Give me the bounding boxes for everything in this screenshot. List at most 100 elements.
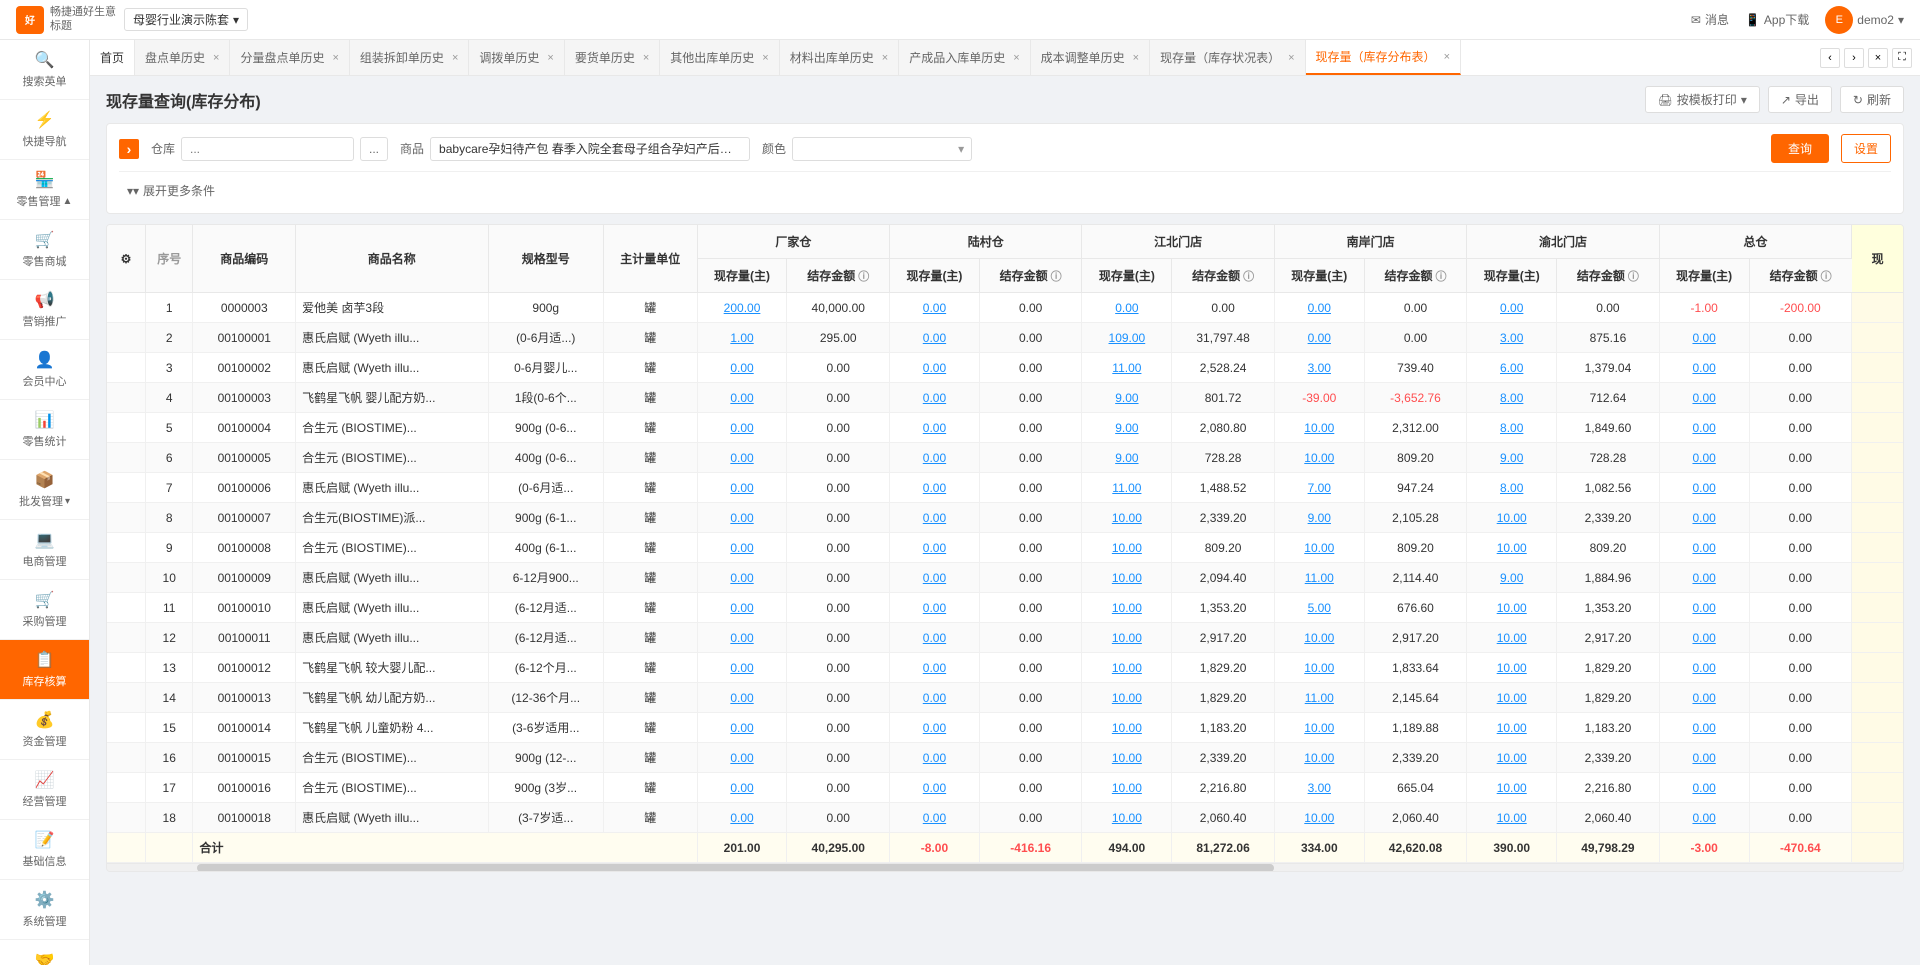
row-total-qty[interactable]: 0.00 bbox=[1659, 773, 1749, 803]
row-total-qty[interactable]: 0.00 bbox=[1659, 713, 1749, 743]
row-jb-qty[interactable]: 10.00 bbox=[1082, 593, 1172, 623]
sidebar-item-collab[interactable]: 🤝 企业协同 bbox=[0, 940, 89, 965]
row-yb-qty[interactable]: 10.00 bbox=[1467, 803, 1557, 833]
row-jb-qty[interactable]: 10.00 bbox=[1082, 503, 1172, 533]
row-total-qty[interactable]: 0.00 bbox=[1659, 803, 1749, 833]
row-gear[interactable] bbox=[107, 713, 145, 743]
row-na-qty[interactable]: 5.00 bbox=[1274, 593, 1364, 623]
row-yb-qty[interactable]: 9.00 bbox=[1467, 563, 1557, 593]
row-jb-qty[interactable]: 10.00 bbox=[1082, 773, 1172, 803]
row-l-qty[interactable]: 0.00 bbox=[890, 653, 980, 683]
row-f-qty[interactable]: 0.00 bbox=[697, 443, 787, 473]
sidebar-item-purchase[interactable]: 🛒 采购管理 bbox=[0, 580, 89, 640]
row-gear[interactable] bbox=[107, 443, 145, 473]
warehouse-input[interactable] bbox=[181, 137, 354, 161]
row-jb-qty[interactable]: 10.00 bbox=[1082, 653, 1172, 683]
row-yb-qty[interactable]: 0.00 bbox=[1467, 293, 1557, 323]
row-jb-qty[interactable]: 109.00 bbox=[1082, 323, 1172, 353]
color-input[interactable] bbox=[792, 137, 972, 161]
tab-prev-button[interactable]: ‹ bbox=[1820, 48, 1840, 68]
row-gear[interactable] bbox=[107, 803, 145, 833]
row-l-qty[interactable]: 0.00 bbox=[890, 683, 980, 713]
row-l-qty[interactable]: 0.00 bbox=[890, 503, 980, 533]
row-total-qty[interactable]: 0.00 bbox=[1659, 653, 1749, 683]
row-f-qty[interactable]: 0.00 bbox=[697, 653, 787, 683]
sidebar-item-ecommerce[interactable]: 💻 电商管理 bbox=[0, 520, 89, 580]
row-f-qty[interactable]: 200.00 bbox=[697, 293, 787, 323]
sidebar-item-retail-stat[interactable]: 📊 零售统计 bbox=[0, 400, 89, 460]
tab-product-in[interactable]: 产成品入库单历史 × bbox=[899, 40, 1030, 75]
row-gear[interactable] bbox=[107, 743, 145, 773]
row-yb-qty[interactable]: 9.00 bbox=[1467, 443, 1557, 473]
row-total-qty[interactable]: 0.00 bbox=[1659, 563, 1749, 593]
sidebar-item-inventory[interactable]: 📋 库存核算 bbox=[0, 640, 89, 700]
tab-cost-adjust[interactable]: 成本调整单历史 × bbox=[1031, 40, 1150, 75]
user-menu[interactable]: E demo2 ▾ bbox=[1825, 6, 1904, 34]
tab-stock-dist[interactable]: 现存量（库存分布表） × bbox=[1306, 40, 1461, 75]
product-input[interactable] bbox=[430, 137, 750, 161]
tab-close-icon[interactable]: × bbox=[1288, 52, 1294, 64]
row-f-qty[interactable]: 0.00 bbox=[697, 713, 787, 743]
tab-next-button[interactable]: › bbox=[1844, 48, 1864, 68]
row-yb-qty[interactable]: 10.00 bbox=[1467, 683, 1557, 713]
row-jb-qty[interactable]: 10.00 bbox=[1082, 623, 1172, 653]
tab-close-icon[interactable]: × bbox=[762, 52, 768, 64]
row-na-qty[interactable]: 7.00 bbox=[1274, 473, 1364, 503]
expand-conditions-button[interactable]: ▾▾ 展开更多条件 bbox=[119, 178, 1891, 203]
tab-close-icon[interactable]: × bbox=[1133, 52, 1139, 64]
tab-expand-button[interactable]: ⛶ bbox=[1892, 48, 1912, 68]
row-jb-qty[interactable]: 10.00 bbox=[1082, 683, 1172, 713]
tab-close-all-button[interactable]: × bbox=[1868, 48, 1888, 68]
row-gear[interactable] bbox=[107, 383, 145, 413]
row-gear[interactable] bbox=[107, 473, 145, 503]
row-yb-qty[interactable]: 10.00 bbox=[1467, 593, 1557, 623]
row-f-qty[interactable]: 0.00 bbox=[697, 383, 787, 413]
row-l-qty[interactable]: 0.00 bbox=[890, 323, 980, 353]
sidebar-item-basic-info[interactable]: 📝 基础信息 bbox=[0, 820, 89, 880]
tab-close-icon[interactable]: × bbox=[882, 52, 888, 64]
tab-stock-history[interactable]: 盘点单历史 × bbox=[135, 40, 230, 75]
warehouse-select-button[interactable]: ... bbox=[360, 137, 388, 161]
row-l-qty[interactable]: 0.00 bbox=[890, 563, 980, 593]
row-f-qty[interactable]: 1.00 bbox=[697, 323, 787, 353]
sidebar-item-search[interactable]: 🔍 搜索英单 bbox=[0, 40, 89, 100]
row-total-qty[interactable]: 0.00 bbox=[1659, 683, 1749, 713]
row-jb-qty[interactable]: 10.00 bbox=[1082, 803, 1172, 833]
row-total-qty[interactable]: 0.00 bbox=[1659, 443, 1749, 473]
row-jb-qty[interactable]: 9.00 bbox=[1082, 443, 1172, 473]
row-total-qty[interactable]: 0.00 bbox=[1659, 353, 1749, 383]
filter-toggle-button[interactable]: › bbox=[119, 139, 139, 159]
tab-close-icon[interactable]: × bbox=[1444, 51, 1450, 63]
row-f-qty[interactable]: 0.00 bbox=[697, 773, 787, 803]
row-jb-qty[interactable]: 0.00 bbox=[1082, 293, 1172, 323]
row-na-qty[interactable]: -39.00 bbox=[1274, 383, 1364, 413]
row-f-qty[interactable]: 0.00 bbox=[697, 353, 787, 383]
row-na-qty[interactable]: 0.00 bbox=[1274, 323, 1364, 353]
row-f-qty[interactable]: 0.00 bbox=[697, 533, 787, 563]
row-l-qty[interactable]: 0.00 bbox=[890, 623, 980, 653]
row-yb-qty[interactable]: 8.00 bbox=[1467, 383, 1557, 413]
row-total-qty[interactable]: 0.00 bbox=[1659, 473, 1749, 503]
row-gear[interactable] bbox=[107, 353, 145, 383]
row-na-qty[interactable]: 10.00 bbox=[1274, 653, 1364, 683]
row-na-qty[interactable]: 11.00 bbox=[1274, 683, 1364, 713]
row-l-qty[interactable]: 0.00 bbox=[890, 533, 980, 563]
row-na-qty[interactable]: 0.00 bbox=[1274, 293, 1364, 323]
row-f-qty[interactable]: 0.00 bbox=[697, 563, 787, 593]
row-yb-qty[interactable]: 10.00 bbox=[1467, 773, 1557, 803]
row-jb-qty[interactable]: 9.00 bbox=[1082, 383, 1172, 413]
row-total-qty[interactable]: 0.00 bbox=[1659, 383, 1749, 413]
sidebar-item-quicknav[interactable]: ⚡ 快捷导航 bbox=[0, 100, 89, 160]
row-gear[interactable] bbox=[107, 323, 145, 353]
row-jb-qty[interactable]: 9.00 bbox=[1082, 413, 1172, 443]
gear-col-header[interactable]: ⚙ bbox=[107, 225, 145, 293]
row-gear[interactable] bbox=[107, 623, 145, 653]
row-f-qty[interactable]: 0.00 bbox=[697, 623, 787, 653]
row-yb-qty[interactable]: 10.00 bbox=[1467, 533, 1557, 563]
app-download-button[interactable]: 📱 App下载 bbox=[1745, 11, 1809, 28]
tab-other-out[interactable]: 其他出库单历史 × bbox=[660, 40, 779, 75]
row-na-qty[interactable]: 10.00 bbox=[1274, 533, 1364, 563]
row-l-qty[interactable]: 0.00 bbox=[890, 713, 980, 743]
tab-assemble[interactable]: 组装拆卸单历史 × bbox=[350, 40, 469, 75]
tab-material-out[interactable]: 材料出库单历史 × bbox=[780, 40, 899, 75]
